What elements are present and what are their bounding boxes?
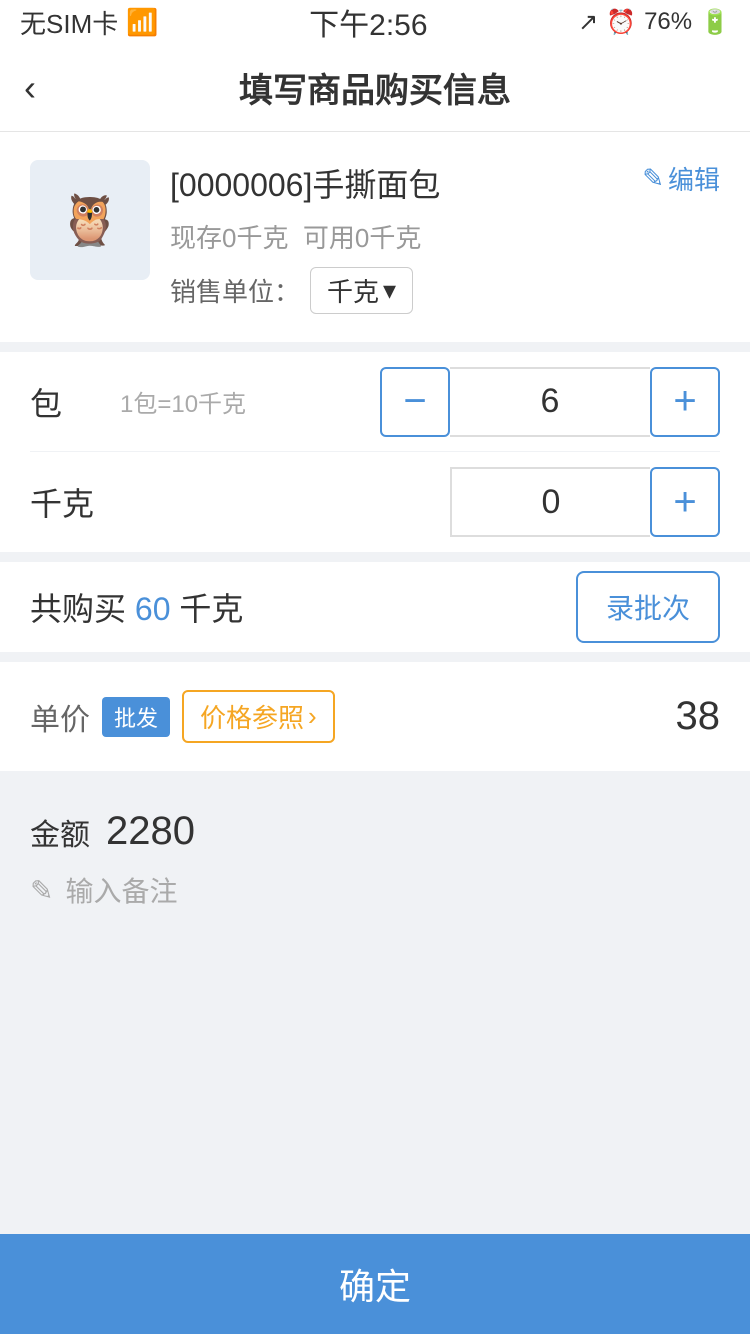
bao-controls: − + bbox=[380, 367, 720, 437]
price-left: 单价 批发 价格参照 › bbox=[30, 690, 335, 743]
quantity-section: 包 1包=10千克 − + 千克 + bbox=[0, 352, 750, 562]
product-card: 🦉 [0000006]手撕面包 现存0千克 可用0千克 销售单位： 千克 ▾ ✎… bbox=[0, 132, 750, 352]
price-label: 单价 bbox=[30, 695, 90, 739]
chevron-right-icon: › bbox=[308, 701, 317, 732]
total-amount: 60 bbox=[135, 591, 171, 627]
bao-hint: 1包=10千克 bbox=[120, 384, 380, 419]
bao-minus-button[interactable]: − bbox=[380, 367, 450, 437]
status-left: 无SIM卡 📶 bbox=[20, 4, 159, 41]
product-name: [0000006]手撕面包 bbox=[170, 160, 720, 206]
product-unit-row: 销售单位： 千克 ▾ bbox=[170, 267, 720, 314]
note-placeholder: 输入备注 bbox=[65, 870, 177, 910]
product-stock: 现存0千克 可用0千克 bbox=[170, 218, 720, 255]
battery-text: 76% bbox=[644, 8, 692, 36]
nav-bar: ‹ 填写商品购买信息 bbox=[0, 44, 750, 132]
page-title: 填写商品购买信息 bbox=[239, 63, 511, 112]
edit-button[interactable]: ✎ 编辑 bbox=[642, 160, 720, 197]
edit-icon: ✎ bbox=[642, 163, 664, 194]
status-right: ↗ ⏰ 76% 🔋 bbox=[578, 8, 730, 37]
alarm-icon: ⏰ bbox=[606, 8, 636, 37]
note-row[interactable]: ✎ 输入备注 bbox=[30, 870, 720, 910]
price-row: 单价 批发 价格参照 › 38 bbox=[30, 690, 720, 743]
price-section: 单价 批发 价格参照 › 38 bbox=[0, 662, 750, 781]
back-button[interactable]: ‹ bbox=[24, 67, 36, 109]
total-text: 共购买 60 千克 bbox=[30, 584, 243, 630]
quantity-bao-row: 包 1包=10千克 − + bbox=[30, 352, 720, 452]
unit-select[interactable]: 千克 ▾ bbox=[310, 267, 413, 314]
product-info: [0000006]手撕面包 现存0千克 可用0千克 销售单位： 千克 ▾ bbox=[170, 160, 720, 314]
product-logo-icon: 🦉 bbox=[59, 191, 121, 250]
kg-plus-button[interactable]: + bbox=[650, 467, 720, 537]
pencil-icon: ✎ bbox=[30, 874, 53, 907]
battery-icon: 🔋 bbox=[700, 8, 730, 37]
bao-label: 包 bbox=[30, 379, 110, 425]
confirm-button[interactable]: 确定 bbox=[339, 1258, 411, 1310]
carrier-text: 无SIM卡 bbox=[20, 4, 118, 41]
amount-row: 金额 2280 bbox=[30, 809, 720, 854]
kg-controls: + bbox=[450, 467, 720, 537]
amount-value: 2280 bbox=[106, 809, 195, 854]
batch-button[interactable]: 录批次 bbox=[576, 571, 720, 643]
unit-label: 销售单位： bbox=[170, 272, 300, 309]
wifi-icon: 📶 bbox=[126, 7, 158, 38]
total-row: 共购买 60 千克 录批次 bbox=[0, 562, 750, 662]
confirm-bar[interactable]: 确定 bbox=[0, 1234, 750, 1334]
location-icon: ↗ bbox=[578, 8, 598, 37]
price-reference-button[interactable]: 价格参照 › bbox=[182, 690, 335, 743]
chevron-down-icon: ▾ bbox=[383, 275, 396, 306]
amount-section: 金额 2280 ✎ 输入备注 bbox=[0, 781, 750, 930]
status-bar: 无SIM卡 📶 下午2:56 ↗ ⏰ 76% 🔋 bbox=[0, 0, 750, 44]
product-image: 🦉 bbox=[30, 160, 150, 280]
kg-quantity-input[interactable] bbox=[450, 467, 650, 537]
price-value: 38 bbox=[676, 694, 721, 739]
quantity-kg-row: 千克 + bbox=[30, 452, 720, 552]
kg-label: 千克 bbox=[30, 479, 110, 525]
batch-tag: 批发 bbox=[102, 697, 170, 737]
status-time: 下午2:56 bbox=[309, 0, 427, 44]
bao-quantity-input[interactable] bbox=[450, 367, 650, 437]
bao-plus-button[interactable]: + bbox=[650, 367, 720, 437]
amount-label: 金额 bbox=[30, 810, 90, 854]
